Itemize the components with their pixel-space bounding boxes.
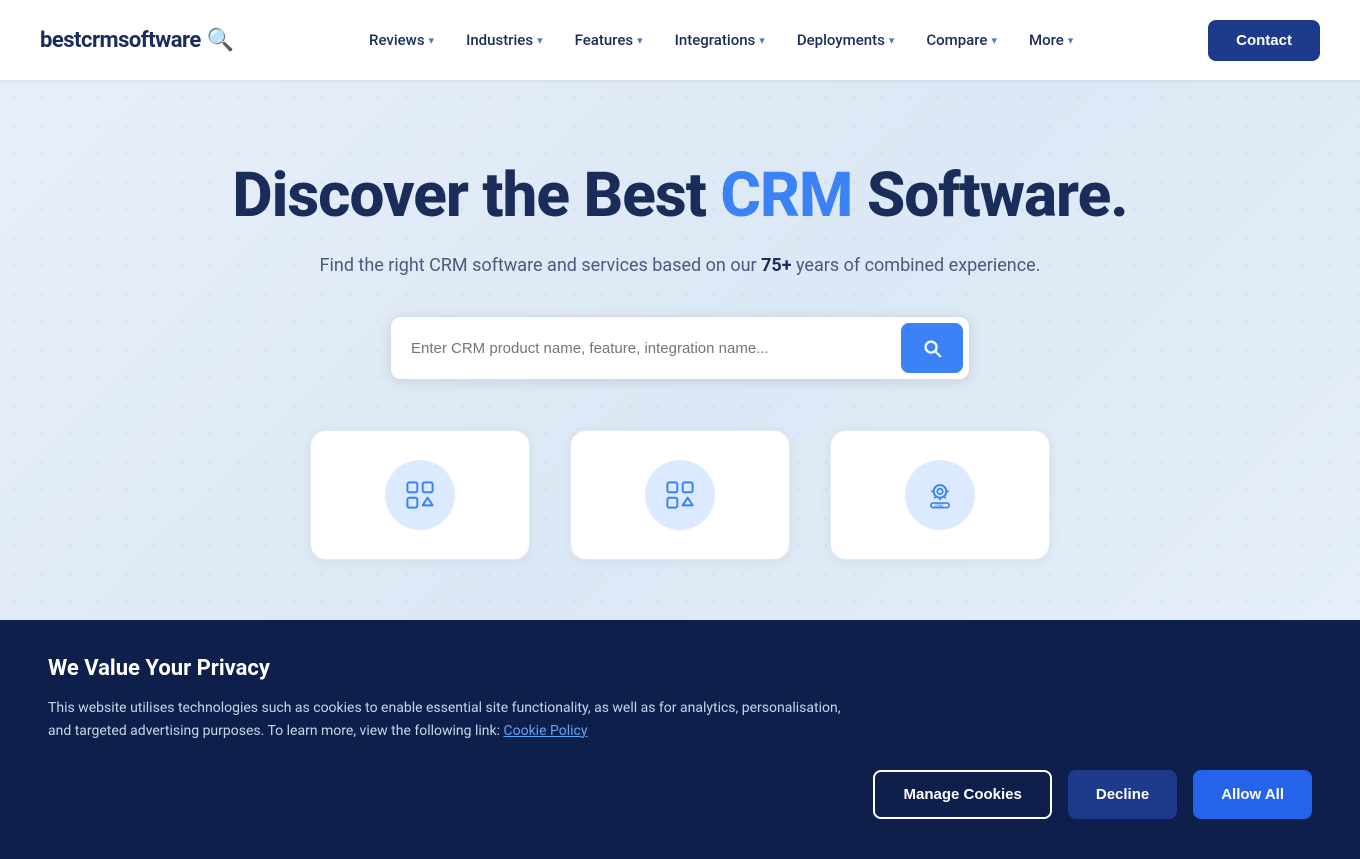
chevron-down-icon: ▾ [759,34,765,47]
nav-item-features[interactable]: Features ▾ [561,23,657,57]
features-icon [662,477,698,513]
hero-subtitle: Find the right CRM software and services… [20,255,1340,276]
chevron-down-icon: ▾ [1068,34,1074,47]
search-input[interactable] [391,317,895,379]
cookie-policy-link[interactable]: Cookie Policy [504,723,588,739]
nav-item-integrations[interactable]: Integrations ▾ [661,23,779,57]
brand-search-icon: 🔍 [207,28,234,53]
allow-all-button[interactable]: Allow All [1193,770,1312,819]
cookie-buttons: Manage Cookies Decline Allow All [48,770,1312,819]
decline-button[interactable]: Decline [1068,770,1177,819]
nav-item-compare[interactable]: Compare ▾ [912,23,1011,57]
crm-settings-icon-wrap: CRM [905,460,975,530]
chevron-down-icon: ▾ [537,34,543,47]
card-integrations[interactable] [310,430,530,560]
search-icon [921,337,943,359]
contact-button[interactable]: Contact [1208,20,1320,61]
chevron-down-icon: ▾ [991,34,997,47]
manage-cookies-button[interactable]: Manage Cookies [873,770,1051,819]
cookie-body: This website utilises technologies such … [48,697,848,742]
hero-title: Discover the Best CRM Software. [20,160,1340,231]
search-button[interactable] [901,323,963,373]
navbar: bestcrmsoftware 🔍 Reviews ▾ Industries ▾… [0,0,1360,80]
integrations-icon [402,477,438,513]
nav-item-more[interactable]: More ▾ [1015,23,1087,57]
nav-item-industries[interactable]: Industries ▾ [452,23,557,57]
svg-text:CRM: CRM [935,504,943,508]
chevron-down-icon: ▾ [889,34,895,47]
brand-name: bestcrmsoftware [40,28,201,53]
feature-cards: CRM [20,430,1340,560]
cookie-title: We Value Your Privacy [48,656,1312,681]
card-features[interactable] [570,430,790,560]
chevron-down-icon: ▾ [429,34,435,47]
integrations-icon-wrap [385,460,455,530]
brand-logo[interactable]: bestcrmsoftware 🔍 [40,28,234,53]
card-crm-settings[interactable]: CRM [830,430,1050,560]
nav-links: Reviews ▾ Industries ▾ Features ▾ Integr… [355,23,1087,57]
search-bar [390,316,970,380]
cookie-banner: We Value Your Privacy This website utili… [0,620,1360,859]
hero-section: Discover the Best CRM Software. Find the… [0,80,1360,600]
chevron-down-icon: ▾ [637,34,643,47]
features-icon-wrap [645,460,715,530]
crm-settings-icon: CRM [922,477,958,513]
nav-item-deployments[interactable]: Deployments ▾ [783,23,909,57]
nav-item-reviews[interactable]: Reviews ▾ [355,23,448,57]
